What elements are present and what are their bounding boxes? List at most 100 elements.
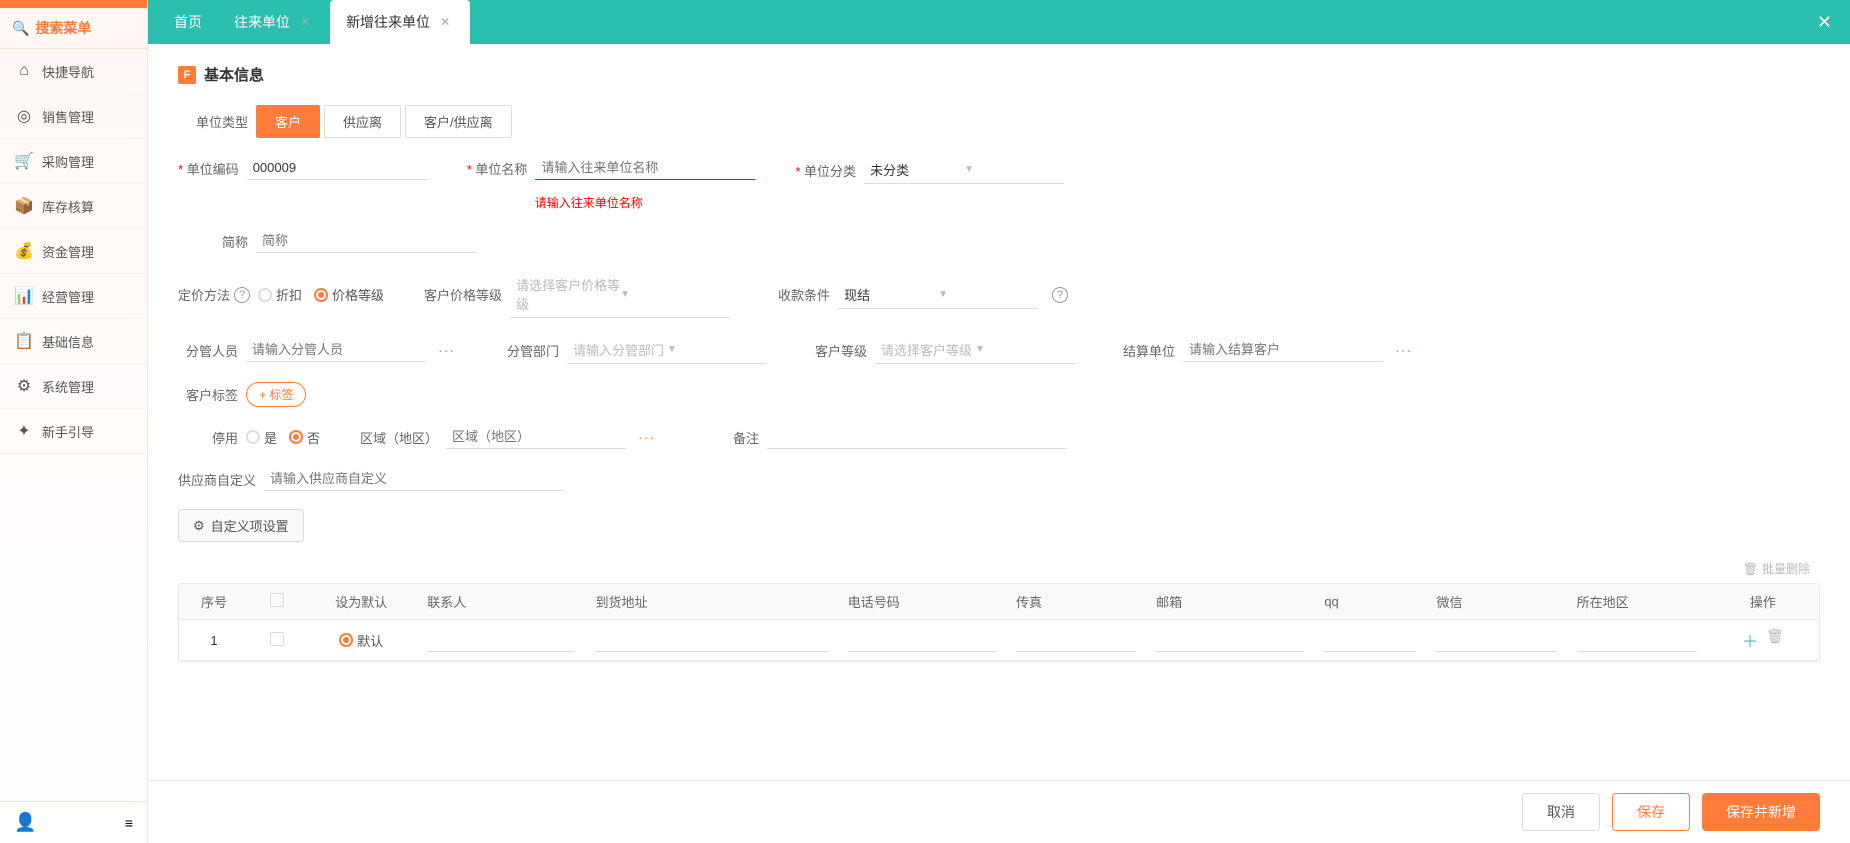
pricing-radio-group: 折扣 价格等级 (258, 285, 384, 304)
row-region-input[interactable] (1577, 628, 1697, 652)
save-new-button[interactable]: 保存并新增 (1702, 793, 1820, 831)
unit-type-customer-btn[interactable]: 客户 (256, 105, 320, 138)
short-name-input[interactable] (256, 229, 476, 253)
disabled-no-radio[interactable]: 否 (289, 428, 320, 447)
pricing-help-icon[interactable]: ? (234, 287, 250, 303)
row-checkbox[interactable] (270, 632, 284, 646)
customer-level-select[interactable]: 请选择客户等级 ▼ (875, 336, 1075, 364)
tags-group: 客户标签 + 标签 (178, 382, 1820, 407)
tab-home[interactable]: 首页 (158, 12, 218, 32)
row-wechat-input[interactable] (1436, 628, 1556, 652)
tab-partners-close[interactable]: ✕ (296, 13, 314, 31)
disabled-radio-group: 是 否 (246, 428, 320, 447)
settlement-more-btn[interactable]: ··· (1391, 342, 1416, 358)
dept-select[interactable]: 请输入分管部门 ▼ (567, 336, 767, 364)
name-input[interactable] (535, 156, 755, 180)
sidebar-search[interactable]: 🔍 搜索菜单 (0, 8, 147, 49)
row-qq[interactable] (1314, 620, 1426, 661)
sidebar-item-quick-nav[interactable]: ⌂ 快捷导航 (0, 49, 147, 94)
pricing-radio-level[interactable]: 价格等级 (314, 285, 384, 304)
cancel-button[interactable]: 取消 (1522, 793, 1600, 831)
code-input[interactable] (247, 156, 427, 180)
customer-level-placeholder: 请选择客户等级 (881, 340, 975, 359)
sidebar-bottom: 👤 ≡ (0, 801, 147, 843)
custom-settings-btn[interactable]: ⚙ 自定义项设置 (178, 509, 304, 542)
col-address-header: 到货地址 (585, 584, 837, 620)
row-fax[interactable] (1006, 620, 1146, 661)
sidebar-item-newbie[interactable]: ✦ 新手引导 (0, 409, 147, 454)
window-close-btn[interactable]: ✕ (1809, 12, 1840, 33)
remark-input[interactable] (767, 425, 1067, 449)
manager-label: 分管人员 (178, 341, 238, 360)
col-wechat-header: 微信 (1426, 584, 1566, 620)
sidebar-item-basic[interactable]: 📋 基础信息 (0, 319, 147, 364)
row-fax-input[interactable] (1016, 628, 1136, 652)
col-seq-header: 序号 (179, 584, 249, 620)
row-qq-input[interactable] (1324, 628, 1416, 652)
disabled-yes-radio[interactable]: 是 (246, 428, 277, 447)
area-input[interactable] (446, 425, 626, 449)
sidebar-item-sales[interactable]: ◎ 销售管理 (0, 94, 147, 139)
payment-label: 收款条件 (770, 285, 830, 304)
disabled-no-label: 否 (307, 428, 320, 447)
row-address[interactable] (585, 620, 837, 661)
sidebar-item-operations[interactable]: 📊 经营管理 (0, 274, 147, 319)
row-email[interactable] (1146, 620, 1314, 661)
remark-label: 备注 (699, 428, 759, 447)
section-icon: F (178, 66, 196, 84)
sidebar-item-inventory[interactable]: 📦 库存核算 (0, 184, 147, 229)
form-content: F 基本信息 单位类型 客户 供应离 客户/供应离 单位编码 (148, 44, 1850, 780)
row-default-radio[interactable]: 默认 (315, 631, 407, 650)
dept-arrow-icon: ▼ (667, 344, 761, 355)
sidebar-item-finance[interactable]: 💰 资金管理 (0, 229, 147, 274)
supplier-custom-input[interactable] (264, 467, 564, 491)
row-check (249, 620, 305, 661)
system-icon: ⚙ (14, 376, 34, 396)
pricing-radio-discount-label: 折扣 (276, 285, 302, 304)
tab-new-partner[interactable]: 新增往来单位 ✕ (330, 0, 470, 44)
pricing-radio-discount[interactable]: 折扣 (258, 285, 302, 304)
area-more-btn[interactable]: ··· (634, 429, 659, 445)
settings-gear-icon: ⚙ (193, 518, 205, 534)
sidebar-item-purchase[interactable]: 🛒 采购管理 (0, 139, 147, 184)
row-add-btn[interactable]: ＋ (1742, 628, 1758, 652)
col-check-header (249, 584, 305, 620)
batch-delete-label: 批量删除 (1762, 560, 1810, 577)
customer-price-select[interactable]: 请选择客户价格等级 ▼ (510, 271, 730, 318)
sidebar-item-system[interactable]: ⚙ 系统管理 (0, 364, 147, 409)
tab-new-partner-close[interactable]: ✕ (436, 13, 454, 31)
row-email-input[interactable] (1156, 628, 1304, 652)
category-select[interactable]: 未分类 ▼ (864, 156, 1064, 184)
unit-type-row: 单位类型 客户 供应离 客户/供应离 (178, 105, 1820, 138)
settlement-label: 结算单位 (1115, 341, 1175, 360)
tab-partners[interactable]: 往来单位 ✕ (218, 0, 330, 44)
expand-icon[interactable]: ≡ (125, 815, 133, 831)
unit-type-both-btn[interactable]: 客户/供应离 (405, 105, 512, 138)
row-contact-input[interactable] (427, 628, 575, 652)
row-address-input[interactable] (595, 628, 827, 652)
table-row: 1 默认 (179, 620, 1819, 661)
customer-level-group: 客户等级 请选择客户等级 ▼ (807, 336, 1075, 364)
save-button[interactable]: 保存 (1612, 793, 1690, 831)
header-checkbox[interactable] (270, 593, 284, 607)
payment-value: 现结 (844, 285, 938, 304)
manager-input[interactable] (246, 338, 426, 362)
row-region[interactable] (1567, 620, 1707, 661)
row-phone-input[interactable] (848, 628, 996, 652)
batch-delete-btn[interactable]: 🗑 批量删除 (1743, 560, 1810, 577)
row-wechat[interactable] (1426, 620, 1566, 661)
payment-select[interactable]: 现结 ▼ (838, 281, 1038, 309)
settlement-input[interactable] (1183, 338, 1383, 362)
manager-more-btn[interactable]: ··· (434, 342, 459, 358)
row-phone[interactable] (838, 620, 1006, 661)
name-error-msg: 请输入往来单位名称 (535, 194, 643, 211)
customer-price-arrow-icon: ▼ (620, 289, 724, 300)
row-contact[interactable] (417, 620, 585, 661)
tags-row: 客户标签 + 标签 (178, 382, 1820, 407)
add-tag-btn[interactable]: + 标签 (246, 382, 306, 407)
disabled-group: 停用 是 否 (178, 428, 320, 447)
row-default: 默认 (305, 620, 417, 661)
unit-type-supplier-btn[interactable]: 供应离 (324, 105, 401, 138)
payment-help-icon[interactable]: ? (1052, 287, 1068, 303)
row-del-btn[interactable]: 🗑 (1766, 628, 1784, 652)
